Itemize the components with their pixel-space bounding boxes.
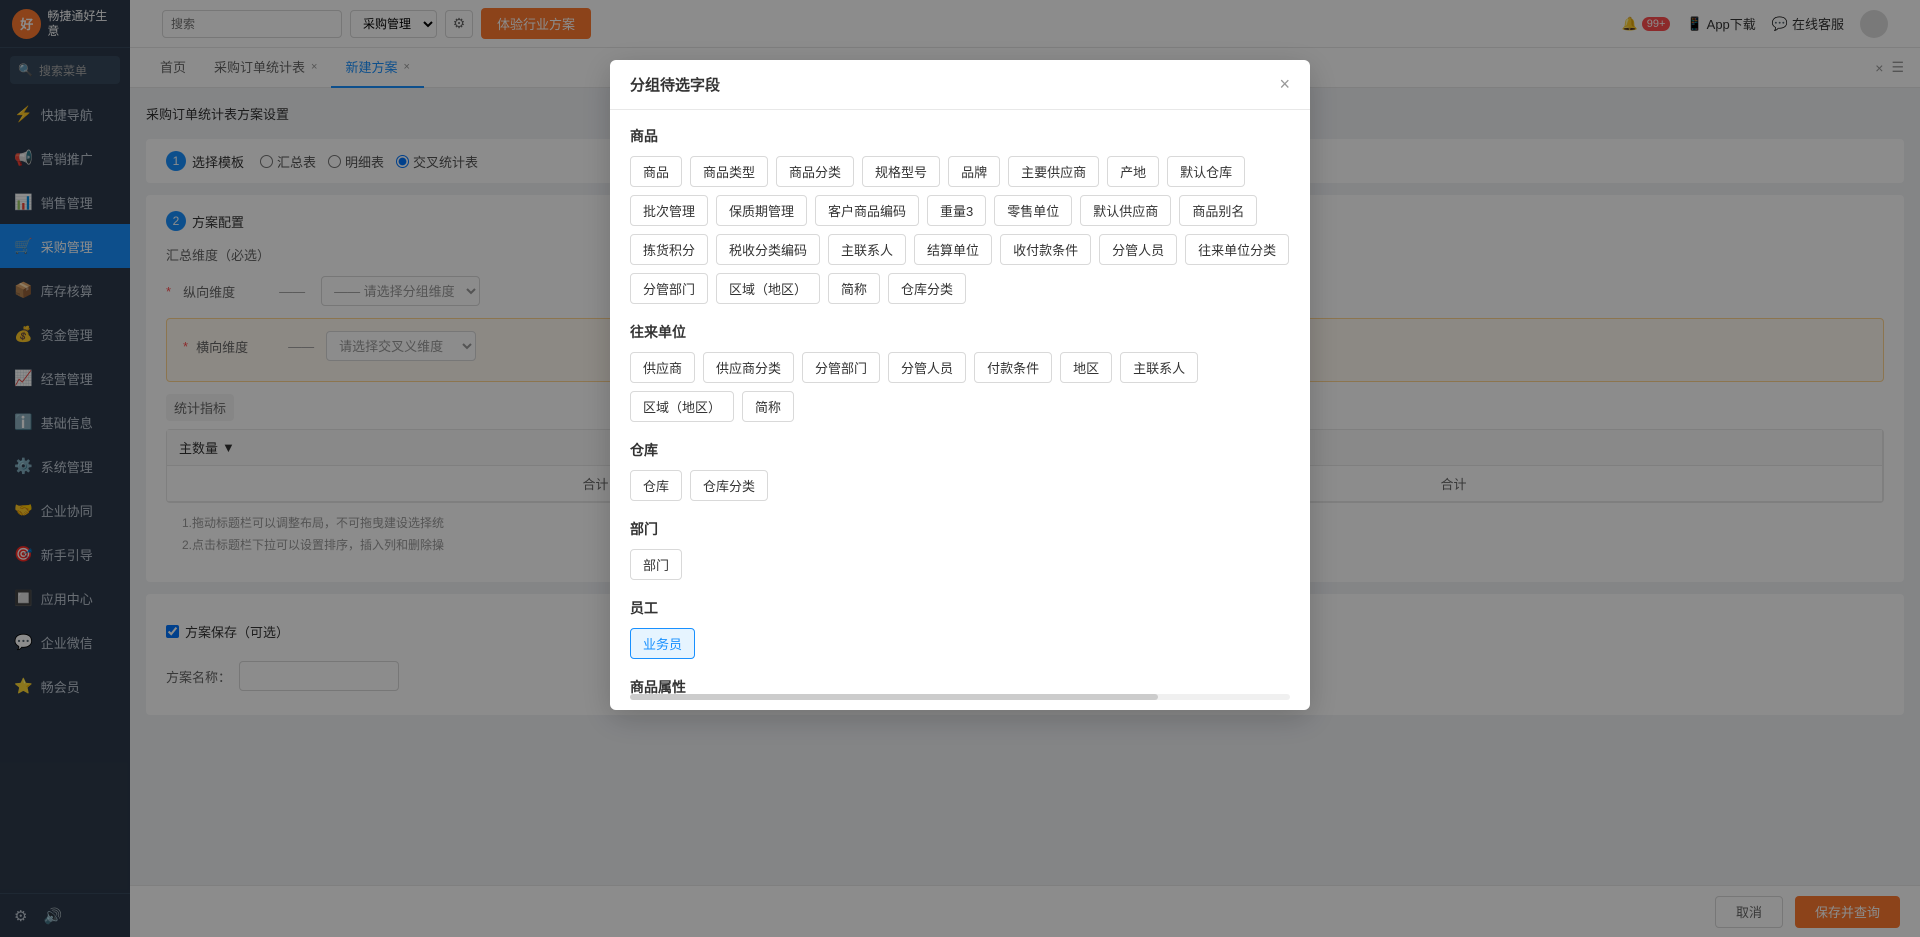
modal-header: 分组待选字段 × bbox=[610, 60, 1310, 110]
field-tag[interactable]: 部门 bbox=[630, 549, 682, 580]
field-tag[interactable]: 往来单位分类 bbox=[1185, 234, 1289, 265]
modal-title: 分组待选字段 bbox=[630, 74, 720, 95]
modal-section-warehouse: 仓库 仓库 仓库分类 bbox=[630, 440, 1290, 501]
field-tag[interactable]: 付款条件 bbox=[974, 352, 1052, 383]
field-tag[interactable]: 主联系人 bbox=[1120, 352, 1198, 383]
modal-section-partner-title: 往来单位 bbox=[630, 322, 1290, 342]
field-tag[interactable]: 品牌 bbox=[948, 156, 1000, 187]
field-tag[interactable]: 结算单位 bbox=[914, 234, 992, 265]
field-tag[interactable]: 商品类型 bbox=[690, 156, 768, 187]
field-tag[interactable]: 产地 bbox=[1107, 156, 1159, 187]
field-tag[interactable]: 商品分类 bbox=[776, 156, 854, 187]
field-tag[interactable]: 保质期管理 bbox=[716, 195, 807, 226]
modal-body[interactable]: 商品 商品 商品类型 商品分类 规格型号 品牌 主要供应商 产地 默认仓库 批次… bbox=[610, 110, 1310, 694]
field-tag-staff[interactable]: 业务员 bbox=[630, 628, 695, 659]
modal-department-fields: 部门 bbox=[630, 549, 1290, 580]
field-tag[interactable]: 主联系人 bbox=[828, 234, 906, 265]
modal-section-employee-title: 员工 bbox=[630, 598, 1290, 618]
field-tag[interactable]: 商品 bbox=[630, 156, 682, 187]
modal-dialog: 分组待选字段 × 商品 商品 商品类型 商品分类 规格型号 品牌 主要供应商 产… bbox=[610, 60, 1310, 710]
field-tag[interactable]: 默认供应商 bbox=[1080, 195, 1171, 226]
modal-product-fields: 商品 商品类型 商品分类 规格型号 品牌 主要供应商 产地 默认仓库 批次管理 … bbox=[630, 156, 1290, 304]
field-tag[interactable]: 供应商 bbox=[630, 352, 695, 383]
field-tag[interactable]: 区域（地区） bbox=[630, 391, 734, 422]
modal-section-department-title: 部门 bbox=[630, 519, 1290, 539]
field-tag[interactable]: 收付款条件 bbox=[1000, 234, 1091, 265]
field-tag[interactable]: 客户商品编码 bbox=[815, 195, 919, 226]
modal-section-product-attr-title: 商品属性 bbox=[630, 677, 1290, 694]
modal-section-warehouse-title: 仓库 bbox=[630, 440, 1290, 460]
modal-section-department: 部门 部门 bbox=[630, 519, 1290, 580]
field-tag[interactable]: 商品别名 bbox=[1179, 195, 1257, 226]
modal-section-product: 商品 商品 商品类型 商品分类 规格型号 品牌 主要供应商 产地 默认仓库 批次… bbox=[630, 126, 1290, 304]
field-tag[interactable]: 仓库分类 bbox=[690, 470, 768, 501]
field-tag[interactable]: 分管部门 bbox=[630, 273, 708, 304]
field-tag[interactable]: 分管人员 bbox=[888, 352, 966, 383]
field-tag[interactable]: 默认仓库 bbox=[1167, 156, 1245, 187]
field-tag[interactable]: 税收分类编码 bbox=[716, 234, 820, 265]
field-tag[interactable]: 拣货积分 bbox=[630, 234, 708, 265]
field-tag[interactable]: 批次管理 bbox=[630, 195, 708, 226]
modal-close-button[interactable]: × bbox=[1279, 74, 1290, 95]
field-tag[interactable]: 区域（地区） bbox=[716, 273, 820, 304]
field-tag[interactable]: 地区 bbox=[1060, 352, 1112, 383]
field-tag[interactable]: 分管人员 bbox=[1099, 234, 1177, 265]
modal-section-employee: 员工 业务员 bbox=[630, 598, 1290, 659]
field-tag[interactable]: 供应商分类 bbox=[703, 352, 794, 383]
field-tag[interactable]: 重量3 bbox=[927, 195, 986, 226]
modal-section-partner: 往来单位 供应商 供应商分类 分管部门 分管人员 付款条件 地区 主联系人 区域… bbox=[630, 322, 1290, 422]
field-tag[interactable]: 零售单位 bbox=[994, 195, 1072, 226]
modal-section-product-title: 商品 bbox=[630, 126, 1290, 146]
field-tag[interactable]: 仓库分类 bbox=[888, 273, 966, 304]
modal-partner-fields: 供应商 供应商分类 分管部门 分管人员 付款条件 地区 主联系人 区域（地区） … bbox=[630, 352, 1290, 422]
field-tag[interactable]: 简称 bbox=[742, 391, 794, 422]
modal-section-product-attr: 商品属性 属性 颜色 多规格 尺码 鞋码 1 bbox=[630, 677, 1290, 694]
field-tag[interactable]: 仓库 bbox=[630, 470, 682, 501]
field-tag[interactable]: 主要供应商 bbox=[1008, 156, 1099, 187]
field-tag[interactable]: 规格型号 bbox=[862, 156, 940, 187]
modal-overlay[interactable]: 分组待选字段 × 商品 商品 商品类型 商品分类 规格型号 品牌 主要供应商 产… bbox=[0, 0, 1920, 937]
modal-scrollbar-thumb bbox=[630, 694, 1158, 700]
field-tag[interactable]: 简称 bbox=[828, 273, 880, 304]
modal-warehouse-fields: 仓库 仓库分类 bbox=[630, 470, 1290, 501]
modal-horizontal-scrollbar[interactable] bbox=[630, 694, 1290, 700]
modal-employee-fields: 业务员 bbox=[630, 628, 1290, 659]
field-tag[interactable]: 分管部门 bbox=[802, 352, 880, 383]
